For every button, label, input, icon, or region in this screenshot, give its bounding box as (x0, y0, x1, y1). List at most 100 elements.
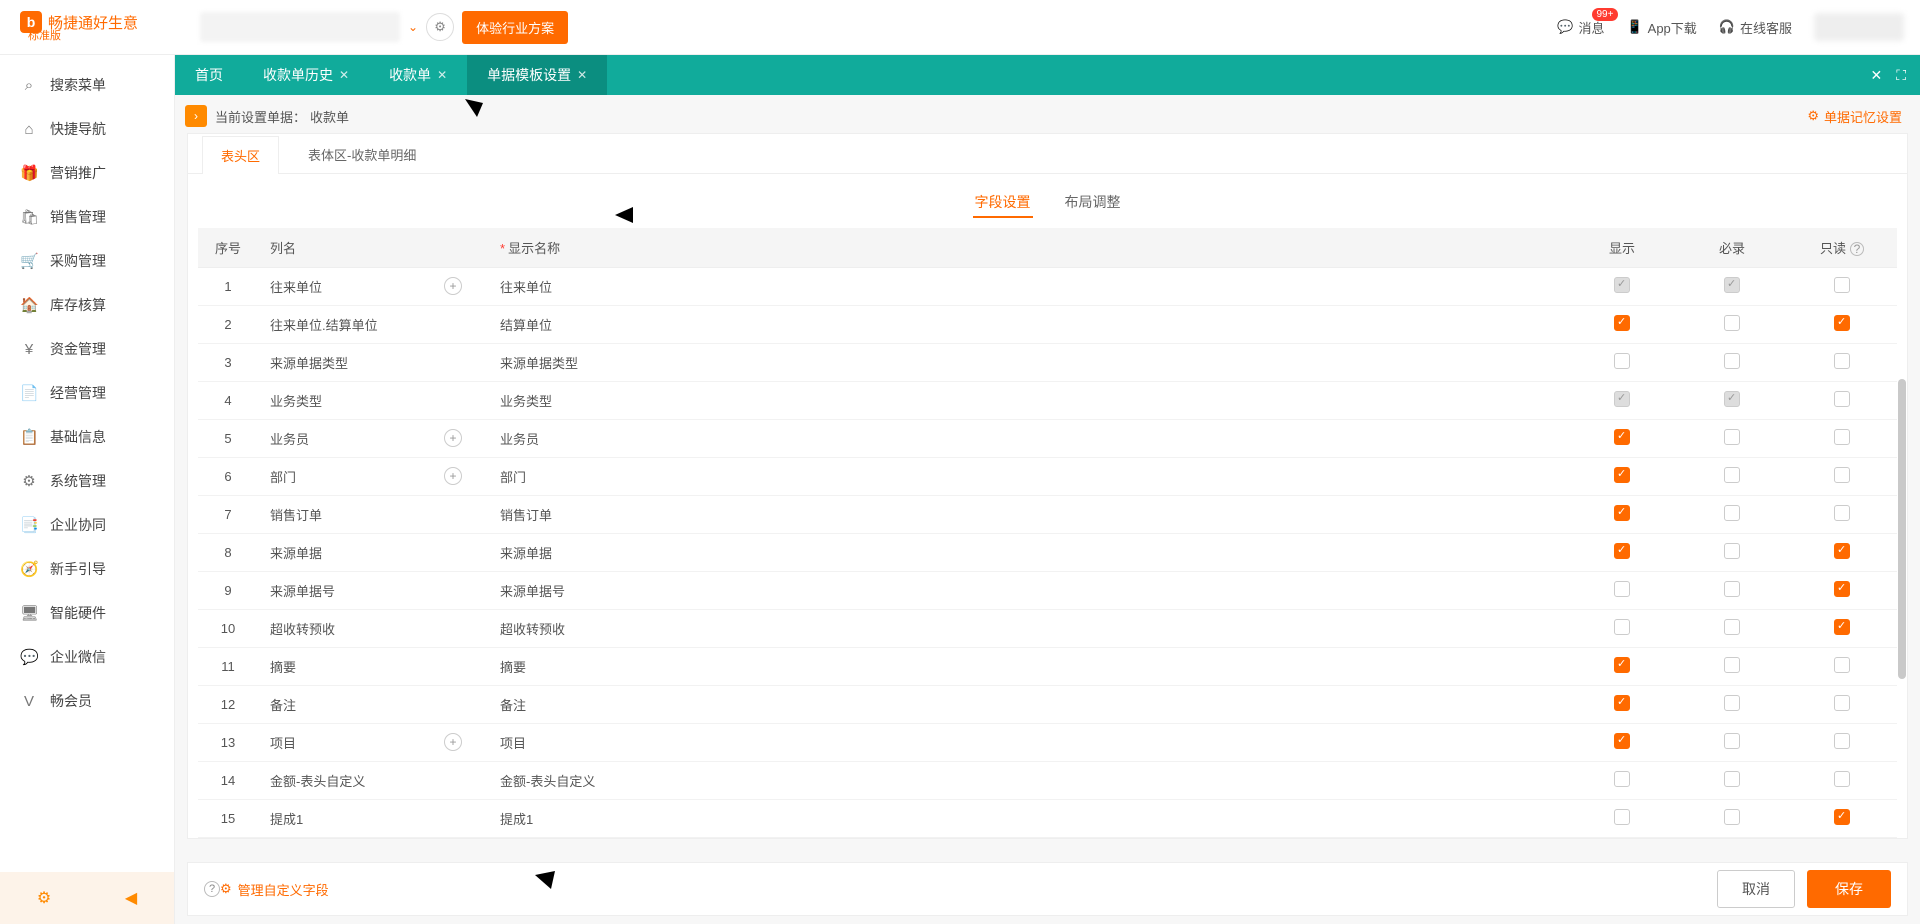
checkbox[interactable] (1614, 429, 1630, 445)
sidebar-item[interactable]: ⌂快捷导航 (0, 107, 174, 151)
checkbox[interactable] (1834, 771, 1850, 787)
checkbox[interactable] (1834, 505, 1850, 521)
cell-display[interactable]: 备注 (488, 686, 1567, 724)
cell-display[interactable]: 摘要 (488, 648, 1567, 686)
checkbox[interactable] (1614, 543, 1630, 559)
messages-link[interactable]: 💬 消息 99+ (1557, 18, 1604, 37)
checkbox[interactable] (1724, 733, 1740, 749)
close-icon[interactable]: ✕ (339, 68, 349, 82)
sidebar-item[interactable]: 📄经营管理 (0, 371, 174, 415)
checkbox[interactable] (1724, 695, 1740, 711)
cell-display[interactable]: 超收转预收 (488, 610, 1567, 648)
add-icon[interactable]: + (444, 429, 462, 447)
checkbox[interactable] (1724, 315, 1740, 331)
cell-display[interactable]: 提成1 (488, 800, 1567, 838)
checkbox[interactable] (1834, 619, 1850, 635)
checkbox[interactable] (1724, 467, 1740, 483)
checkbox[interactable] (1834, 353, 1850, 369)
checkbox[interactable] (1614, 581, 1630, 597)
memory-settings-link[interactable]: ⚙ 单据记忆设置 (1807, 107, 1902, 126)
sidebar-item[interactable]: ⌕搜索菜单 (0, 63, 174, 107)
cell-display[interactable]: 来源单据 (488, 534, 1567, 572)
cell-display[interactable]: 来源单据号 (488, 572, 1567, 610)
cancel-button[interactable]: 取消 (1717, 870, 1795, 908)
save-button[interactable]: 保存 (1807, 870, 1891, 908)
cell-display[interactable]: 结算单位 (488, 306, 1567, 344)
checkbox[interactable] (1724, 771, 1740, 787)
checkbox[interactable] (1834, 581, 1850, 597)
checkbox[interactable] (1724, 429, 1740, 445)
checkbox[interactable] (1724, 809, 1740, 825)
collapse-icon[interactable]: ◀ (125, 888, 137, 908)
sidebar-item[interactable]: 🛍销售管理 (0, 195, 174, 239)
org-selector[interactable]: ⌄ ⚙ 体验行业方案 (200, 11, 568, 44)
checkbox[interactable] (1834, 467, 1850, 483)
checkbox[interactable] (1834, 277, 1850, 293)
sidebar-item[interactable]: 📋基础信息 (0, 415, 174, 459)
checkbox[interactable] (1614, 353, 1630, 369)
sidebar-item[interactable]: 🧭新手引导 (0, 547, 174, 591)
checkbox[interactable] (1834, 391, 1850, 407)
cell-display[interactable]: 金额-表头自定义 (488, 762, 1567, 800)
checkbox[interactable] (1834, 733, 1850, 749)
checkbox[interactable] (1724, 581, 1740, 597)
cell-display[interactable]: 来源单据类型 (488, 344, 1567, 382)
fullscreen-icon[interactable]: ⛶ (1896, 67, 1906, 84)
tab[interactable]: 收款单历史✕ (243, 55, 369, 95)
add-icon[interactable]: + (444, 277, 462, 295)
sidebar-item[interactable]: 📑企业协同 (0, 503, 174, 547)
cell-display[interactable]: 部门 (488, 458, 1567, 496)
close-icon[interactable]: ✕ (577, 68, 587, 82)
tab[interactable]: 收款单✕ (369, 55, 467, 95)
sidebar-item[interactable]: 🖥智能硬件 (0, 591, 174, 635)
checkbox[interactable] (1834, 429, 1850, 445)
checkbox[interactable] (1724, 619, 1740, 635)
close-all-icon[interactable]: ✕ (1870, 67, 1882, 84)
sub-tab[interactable]: 字段设置 (973, 188, 1033, 218)
gear-icon[interactable]: ⚙ (426, 13, 454, 41)
checkbox[interactable] (1834, 695, 1850, 711)
checkbox[interactable] (1614, 771, 1630, 787)
expand-panel-icon[interactable]: › (185, 105, 207, 127)
add-icon[interactable]: + (444, 467, 462, 485)
checkbox[interactable] (1834, 657, 1850, 673)
tab[interactable]: 首页 (175, 55, 243, 95)
user-avatar[interactable] (1814, 13, 1904, 41)
sub-tab[interactable]: 布局调整 (1063, 188, 1123, 218)
checkbox[interactable] (1834, 543, 1850, 559)
sidebar-item[interactable]: V畅会员 (0, 679, 174, 723)
area-tab[interactable]: 表体区-收款单明细 (289, 135, 435, 173)
add-icon[interactable]: + (444, 733, 462, 751)
cell-display[interactable]: 销售订单 (488, 496, 1567, 534)
app-download-link[interactable]: 📱 App下载 (1626, 18, 1696, 37)
checkbox[interactable] (1614, 467, 1630, 483)
manage-custom-fields-link[interactable]: ⚙ 管理自定义字段 (220, 880, 329, 899)
sidebar-item[interactable]: 💬企业微信 (0, 635, 174, 679)
checkbox[interactable] (1614, 505, 1630, 521)
checkbox[interactable] (1614, 695, 1630, 711)
checkbox[interactable] (1724, 505, 1740, 521)
checkbox[interactable] (1614, 619, 1630, 635)
checkbox[interactable] (1614, 733, 1630, 749)
cell-display[interactable]: 业务类型 (488, 382, 1567, 420)
help-icon[interactable]: ? (204, 881, 220, 897)
sidebar-item[interactable]: ¥资金管理 (0, 327, 174, 371)
cell-display[interactable]: 往来单位 (488, 268, 1567, 306)
sidebar-item[interactable]: 🎁营销推广 (0, 151, 174, 195)
try-industry-button[interactable]: 体验行业方案 (462, 11, 568, 44)
close-icon[interactable]: ✕ (437, 68, 447, 82)
checkbox[interactable] (1834, 809, 1850, 825)
settings-icon[interactable]: ⚙ (37, 888, 51, 908)
support-link[interactable]: 🎧 在线客服 (1719, 18, 1792, 37)
sidebar-item[interactable]: ⚙系统管理 (0, 459, 174, 503)
area-tab[interactable]: 表头区 (202, 136, 279, 174)
checkbox[interactable] (1614, 809, 1630, 825)
scrollbar[interactable] (1898, 379, 1906, 924)
checkbox[interactable] (1724, 353, 1740, 369)
checkbox[interactable] (1614, 315, 1630, 331)
cell-display[interactable]: 业务员 (488, 420, 1567, 458)
cell-display[interactable]: 项目 (488, 724, 1567, 762)
checkbox[interactable] (1834, 315, 1850, 331)
sidebar-item[interactable]: 🏠库存核算 (0, 283, 174, 327)
checkbox[interactable] (1614, 657, 1630, 673)
